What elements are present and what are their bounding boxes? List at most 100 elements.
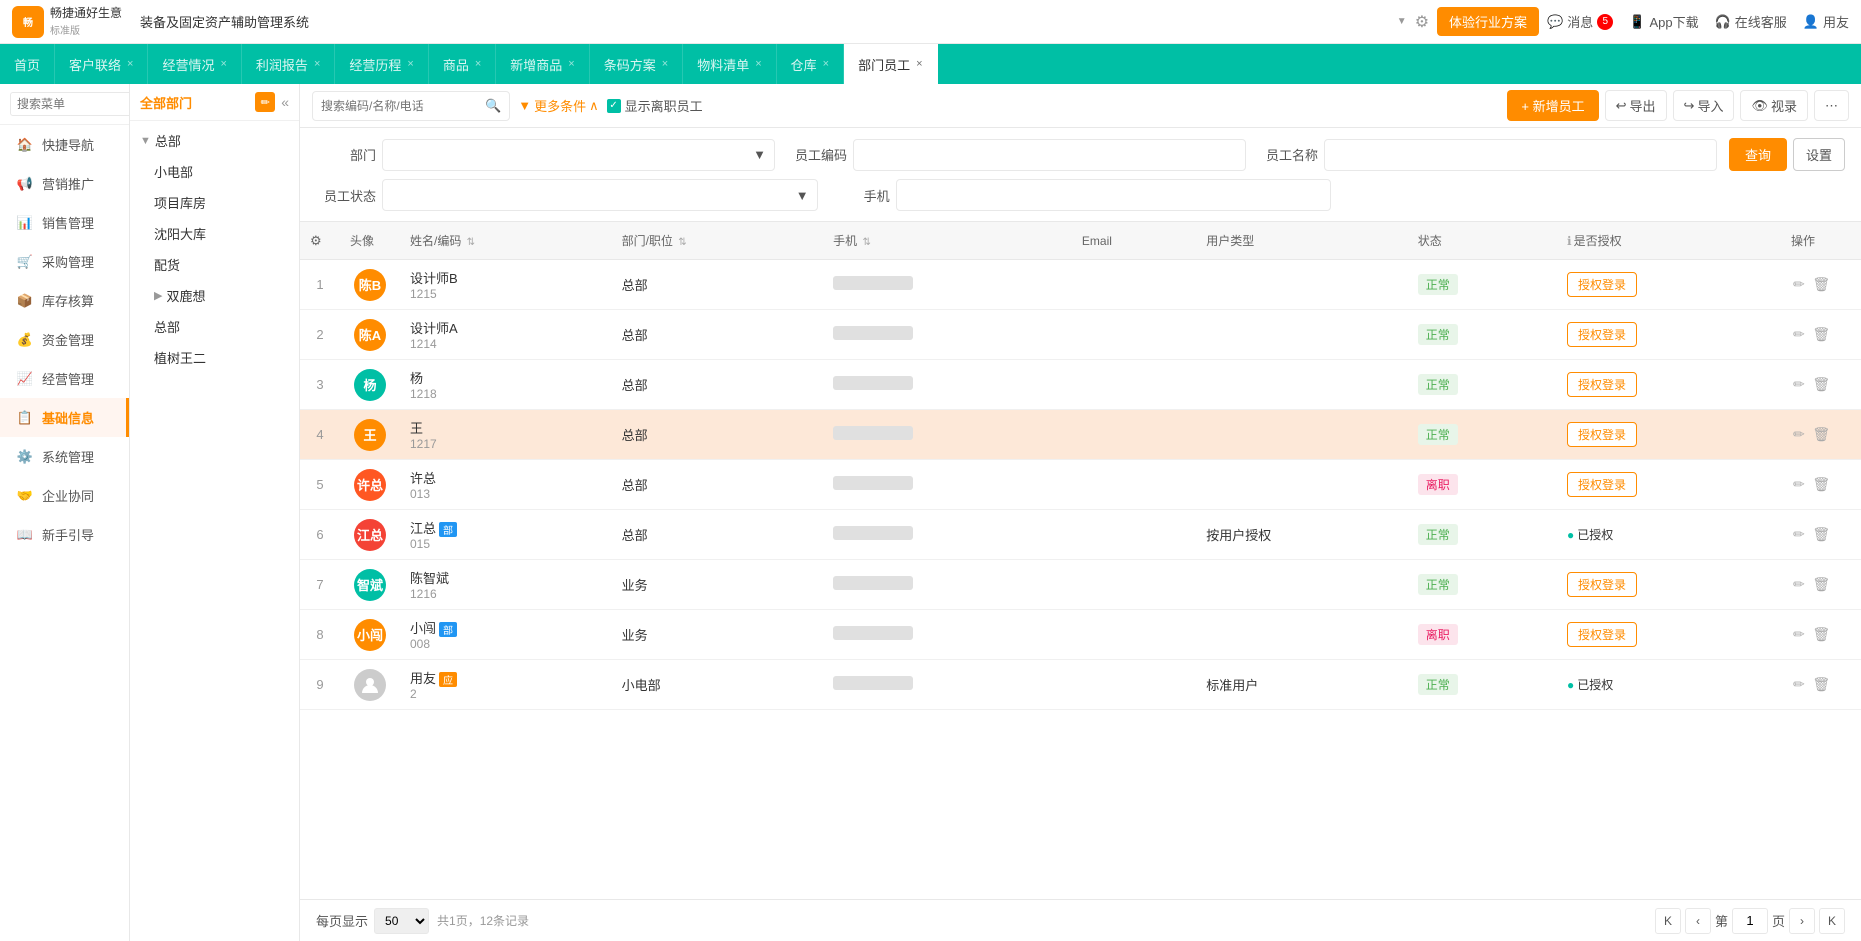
service-button[interactable]: 🎧 在线客服 bbox=[1715, 12, 1787, 31]
last-page-btn[interactable]: K bbox=[1819, 908, 1845, 934]
show-active-toggle[interactable]: ✓ 显示离职员工 bbox=[607, 96, 703, 115]
tab-bom-close[interactable]: × bbox=[755, 58, 761, 70]
delete-icon[interactable]: 🗑 bbox=[1812, 626, 1830, 642]
app-download-button[interactable]: 📱 App下载 bbox=[1629, 12, 1698, 31]
tab-customer[interactable]: 客户联络× bbox=[55, 44, 148, 84]
edit-icon[interactable]: ✏ bbox=[1793, 326, 1805, 342]
export-button[interactable]: ↩ 导出 bbox=[1605, 90, 1667, 121]
tab-goods[interactable]: 商品× bbox=[429, 44, 496, 84]
tab-profit-close[interactable]: × bbox=[314, 58, 320, 70]
auth-login-button[interactable]: 授权登录 bbox=[1567, 572, 1637, 597]
dept-sort-icon[interactable]: ⇅ bbox=[678, 237, 686, 248]
search-input[interactable] bbox=[321, 99, 481, 113]
prev-page-btn[interactable]: ‹ bbox=[1685, 908, 1711, 934]
emp-name-input[interactable] bbox=[1324, 139, 1717, 171]
delete-icon[interactable]: 🗑 bbox=[1812, 326, 1830, 342]
tab-business-close[interactable]: × bbox=[220, 58, 226, 70]
first-page-btn[interactable]: K bbox=[1655, 908, 1681, 934]
auth-login-button[interactable]: 授权登录 bbox=[1567, 322, 1637, 347]
trial-button[interactable]: 体验行业方案 bbox=[1437, 7, 1539, 36]
sidebar-item-sales[interactable]: 📊 销售管理 bbox=[0, 203, 129, 242]
auth-login-button[interactable]: 授权登录 bbox=[1567, 622, 1637, 647]
tree-node-headquarters[interactable]: ▼ 总部 bbox=[130, 125, 299, 156]
emp-code-input[interactable] bbox=[853, 139, 1246, 171]
tab-home[interactable]: 首页 bbox=[0, 44, 55, 84]
msg-button[interactable]: 💬 消息 5 bbox=[1547, 12, 1613, 31]
new-employee-button[interactable]: + 新增员工 bbox=[1507, 90, 1598, 121]
per-page-select[interactable]: 50 100 bbox=[374, 908, 429, 934]
tab-warehouse[interactable]: 仓库× bbox=[777, 44, 844, 84]
tab-barcode[interactable]: 条码方案× bbox=[590, 44, 683, 84]
sidebar-item-system[interactable]: ⚙️ 系统管理 bbox=[0, 437, 129, 476]
gear-icon[interactable]: ⚙ bbox=[1415, 12, 1429, 32]
delete-icon[interactable]: 🗑 bbox=[1812, 576, 1830, 592]
delete-icon[interactable]: 🗑 bbox=[1812, 476, 1830, 492]
tab-employees-close[interactable]: × bbox=[916, 58, 922, 70]
phone-sort-icon[interactable]: ⇅ bbox=[863, 237, 871, 248]
tab-bom[interactable]: 物料清单× bbox=[683, 44, 776, 84]
tree-node-shuanglu[interactable]: ▶ 双鹿想 bbox=[130, 280, 299, 311]
tab-new-goods[interactable]: 新增商品× bbox=[496, 44, 589, 84]
phone-input[interactable] bbox=[896, 179, 1332, 211]
view-button[interactable]: 👁 视录 bbox=[1740, 90, 1808, 121]
auth-login-button[interactable]: 授权登录 bbox=[1567, 272, 1637, 297]
tree-node-shenyang[interactable]: 沈阳大库 bbox=[130, 218, 299, 249]
sidebar-item-finance[interactable]: 💰 资金管理 bbox=[0, 320, 129, 359]
edit-icon[interactable]: ✏ bbox=[1793, 676, 1805, 692]
sidebar-item-purchase[interactable]: 🛒 采购管理 bbox=[0, 242, 129, 281]
auth-login-button[interactable]: 授权登录 bbox=[1567, 472, 1637, 497]
user-button[interactable]: 👤 用友 bbox=[1803, 12, 1849, 31]
name-sort-icon[interactable]: ⇅ bbox=[467, 237, 475, 248]
set-button[interactable]: 设置 bbox=[1793, 138, 1845, 171]
sidebar-item-marketing[interactable]: 📢 营销推广 bbox=[0, 164, 129, 203]
system-dropdown-icon[interactable]: ▼ bbox=[1397, 16, 1407, 27]
tab-profit[interactable]: 利润报告× bbox=[242, 44, 335, 84]
tab-history-close[interactable]: × bbox=[407, 58, 413, 70]
edit-icon[interactable]: ✏ bbox=[1793, 376, 1805, 392]
sidebar-item-operation[interactable]: 📈 经营管理 bbox=[0, 359, 129, 398]
edit-icon[interactable]: ✏ bbox=[1793, 526, 1805, 542]
tab-history[interactable]: 经营历程× bbox=[335, 44, 428, 84]
next-page-btn[interactable]: › bbox=[1789, 908, 1815, 934]
edit-icon[interactable]: ✏ bbox=[1793, 276, 1805, 292]
import-button[interactable]: ↪ 导入 bbox=[1673, 90, 1735, 121]
tree-collapse-btn[interactable]: « bbox=[281, 94, 289, 110]
tab-goods-close[interactable]: × bbox=[475, 58, 481, 70]
sidebar-item-collab[interactable]: 🤝 企业协同 bbox=[0, 476, 129, 515]
tab-barcode-close[interactable]: × bbox=[662, 58, 668, 70]
delete-icon[interactable]: 🗑 bbox=[1812, 426, 1830, 442]
status-select[interactable]: ▼ bbox=[382, 179, 818, 211]
more-filter-btn[interactable]: ▼ 更多条件 ∧ bbox=[518, 96, 598, 115]
tab-customer-close[interactable]: × bbox=[127, 58, 133, 70]
delete-icon[interactable]: 🗑 bbox=[1812, 376, 1830, 392]
edit-icon[interactable]: ✏ bbox=[1793, 576, 1805, 592]
tree-node-zongbu[interactable]: 总部 bbox=[130, 311, 299, 342]
edit-icon[interactable]: ✏ bbox=[1793, 426, 1805, 442]
delete-icon[interactable]: 🗑 bbox=[1812, 676, 1830, 692]
tab-warehouse-close[interactable]: × bbox=[823, 58, 829, 70]
sidebar-item-inventory[interactable]: 📦 库存核算 bbox=[0, 281, 129, 320]
query-button[interactable]: 查询 bbox=[1729, 138, 1787, 171]
search-icon[interactable]: 🔍 bbox=[485, 98, 501, 114]
sidebar-item-guide[interactable]: 📖 新手引导 bbox=[0, 515, 129, 554]
more-ops-button[interactable]: ⋯ bbox=[1814, 90, 1849, 121]
edit-icon[interactable]: ✏ bbox=[1793, 626, 1805, 642]
sidebar-search-input[interactable] bbox=[10, 92, 130, 116]
tree-node-xiaodian[interactable]: 小电部 bbox=[130, 156, 299, 187]
delete-icon[interactable]: 🗑 bbox=[1812, 526, 1830, 542]
tree-edit-icon[interactable]: ✏ bbox=[255, 92, 275, 112]
tab-employees[interactable]: 部门员工× bbox=[844, 44, 937, 84]
delete-icon[interactable]: 🗑 bbox=[1812, 276, 1830, 292]
tree-node-project[interactable]: 项目库房 bbox=[130, 187, 299, 218]
auth-login-button[interactable]: 授权登录 bbox=[1567, 372, 1637, 397]
tab-business[interactable]: 经营情况× bbox=[148, 44, 241, 84]
page-input[interactable] bbox=[1732, 908, 1768, 934]
tab-new-goods-close[interactable]: × bbox=[568, 58, 574, 70]
sidebar-item-quicknav[interactable]: 🏠 快捷导航 bbox=[0, 125, 129, 164]
sidebar-item-basic[interactable]: 📋 基础信息 bbox=[0, 398, 129, 437]
tree-node-zhishu[interactable]: 植树王二 bbox=[130, 342, 299, 373]
settings-icon[interactable]: ⚙ bbox=[310, 233, 322, 248]
dept-select[interactable]: ▼ bbox=[382, 139, 775, 171]
auth-login-button[interactable]: 授权登录 bbox=[1567, 422, 1637, 447]
edit-icon[interactable]: ✏ bbox=[1793, 476, 1805, 492]
